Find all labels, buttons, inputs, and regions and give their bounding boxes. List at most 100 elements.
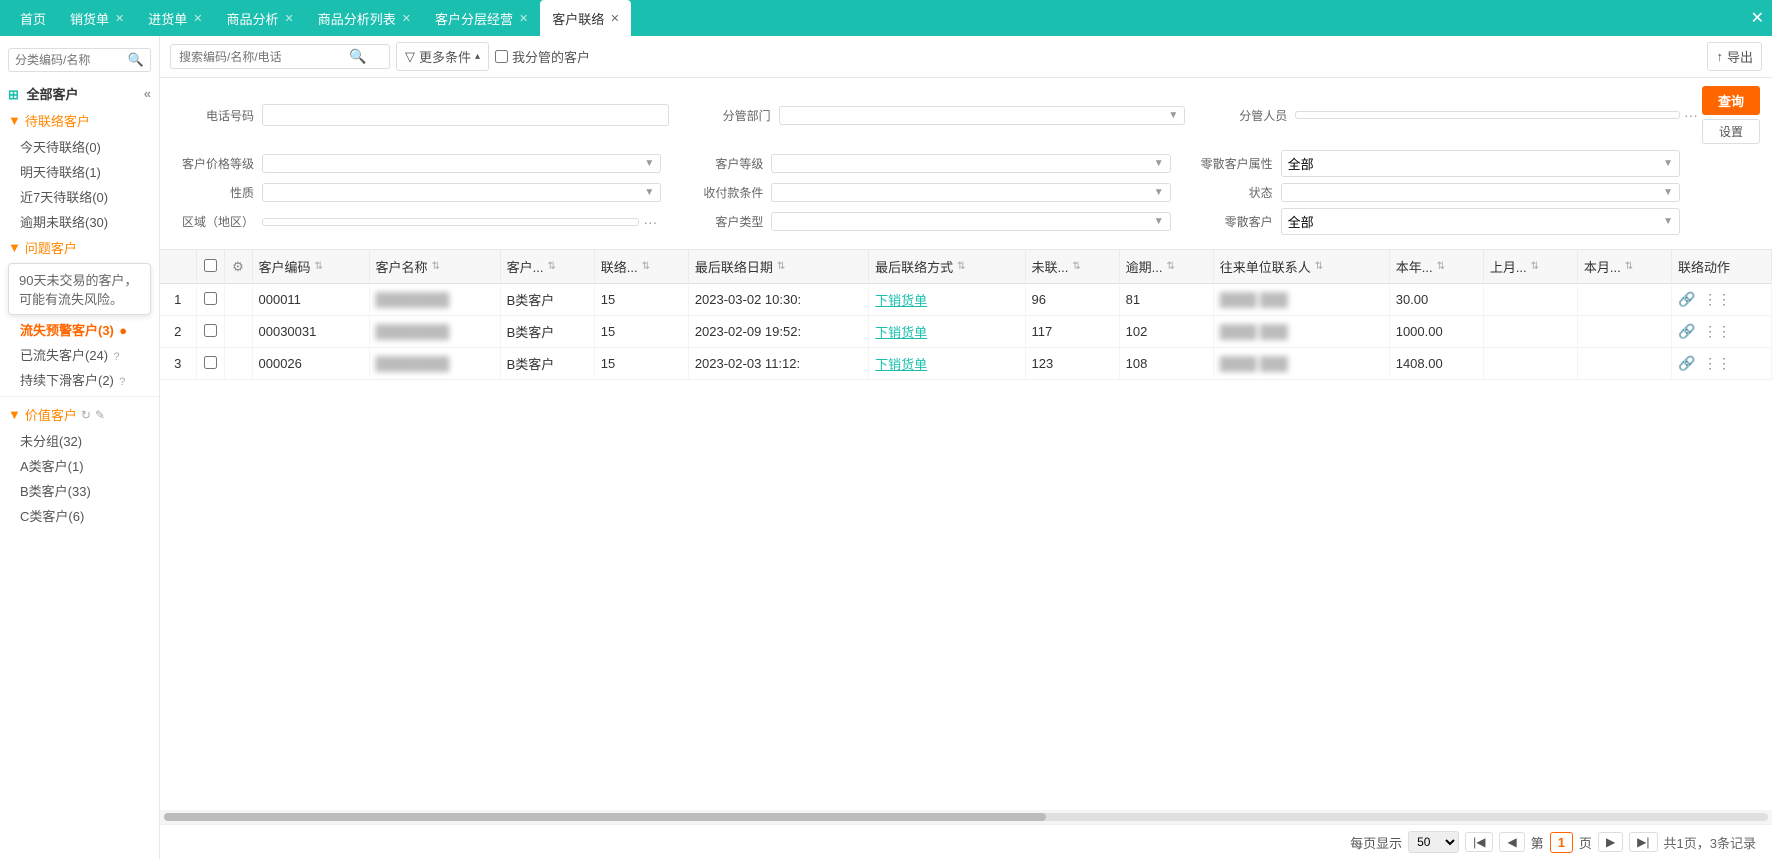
query-button[interactable]: 查询 (1702, 86, 1760, 115)
my-customers-checkbox[interactable] (495, 50, 508, 63)
contact-sort[interactable]: 联络... ⇅ (601, 257, 650, 276)
action-more-icon[interactable]: ⋮⋮ (1703, 291, 1731, 307)
edit-icon[interactable]: ✎ (95, 408, 105, 422)
last-method-sort[interactable]: 最后联络方式 ⇅ (875, 257, 965, 276)
past-contacts-sort[interactable]: 往来单位联系人 ⇅ (1220, 257, 1323, 276)
filter-manager-dots[interactable]: ··· (1680, 107, 1702, 123)
cell-action[interactable]: 🔗 ⋮⋮ (1672, 348, 1772, 380)
filter-region-select[interactable] (262, 218, 639, 226)
horizontal-scrollbar[interactable] (160, 810, 1772, 824)
sidebar-all-customers[interactable]: ⊞ 全部客户 « (0, 80, 159, 107)
sidebar-item-declining[interactable]: 持续下滑客户(2) ? (0, 367, 159, 392)
tab-purchase-close[interactable]: ✕ (193, 12, 202, 25)
sidebar-group-problem[interactable]: ▼ 问题客户 (0, 234, 159, 261)
filter-nature-select[interactable]: ▼ (262, 183, 661, 202)
row-checkbox[interactable] (204, 356, 217, 369)
th-no-contact[interactable]: 未联... ⇅ (1025, 250, 1119, 284)
sidebar-group-pending[interactable]: ▼ 待联络客户 (0, 107, 159, 134)
cell-action[interactable]: 🔗 ⋮⋮ (1672, 316, 1772, 348)
th-last-month[interactable]: 上月... ⇅ (1483, 250, 1577, 284)
tab-sales-close[interactable]: ✕ (115, 12, 124, 25)
filter-phone-input[interactable] (262, 104, 669, 126)
cell-action[interactable]: 🔗 ⋮⋮ (1672, 284, 1772, 316)
tab-customer-tier[interactable]: 客户分层经营 ✕ (423, 0, 540, 36)
sidebar-group-value[interactable]: ▼ 价值客户 ↻ ✎ (0, 401, 159, 428)
th-contact[interactable]: 联络... ⇅ (594, 250, 688, 284)
sidebar-search-input[interactable] (15, 53, 128, 67)
next-page-btn[interactable]: ▶ (1598, 832, 1623, 852)
this-year-sort[interactable]: 本年... ⇅ (1396, 257, 1445, 276)
last-method-link[interactable]: 下销货单 (875, 325, 927, 340)
last-method-link[interactable]: 下销货单 (875, 357, 927, 372)
settings-button[interactable]: 设置 (1702, 119, 1760, 144)
th-code[interactable]: 客户编码 ⇅ (252, 250, 369, 284)
th-overdue[interactable]: 逾期... ⇅ (1119, 250, 1213, 284)
scrollbar-thumb[interactable] (164, 813, 1046, 821)
filter-retail-attr-select[interactable]: 全部▼ (1281, 150, 1680, 177)
th-this-year[interactable]: 本年... ⇅ (1389, 250, 1483, 284)
tab-analysis-list[interactable]: 商品分析列表 ✕ (306, 0, 423, 36)
type-sort[interactable]: 客户... ⇅ (507, 257, 556, 276)
close-all-tabs[interactable]: ✕ (1751, 8, 1764, 28)
name-sort[interactable]: 客户名称 ⇅ (376, 257, 440, 276)
sidebar-item-churned[interactable]: 已流失客户(24) ? (0, 342, 159, 367)
filter-price-select[interactable]: ▼ (262, 154, 661, 173)
tab-customer-tier-close[interactable]: ✕ (519, 12, 528, 25)
tab-sales[interactable]: 销货单 ✕ (58, 0, 136, 36)
this-month-sort[interactable]: 本月... ⇅ (1584, 257, 1633, 276)
cell-last-method[interactable]: 下销货单 (869, 284, 1025, 316)
tab-home[interactable]: 首页 (8, 0, 58, 36)
code-sort[interactable]: 客户编码 ⇅ (259, 257, 323, 276)
refresh-icon[interactable]: ↻ (81, 408, 91, 422)
sidebar-item-unclassified[interactable]: 未分组(32) (0, 428, 159, 453)
export-button[interactable]: ↑ 导出 (1707, 42, 1762, 71)
sidebar-item-overdue[interactable]: 逾期未联络(30) (0, 209, 159, 234)
th-this-month[interactable]: 本月... ⇅ (1577, 250, 1671, 284)
filter-region-dots[interactable]: ··· (639, 214, 661, 230)
th-last-method[interactable]: 最后联络方式 ⇅ (869, 250, 1025, 284)
action-link-icon[interactable]: 🔗 (1678, 355, 1695, 371)
row-checkbox[interactable] (204, 292, 217, 305)
filter-dept-select[interactable]: ▼ (779, 106, 1186, 125)
overdue-sort[interactable]: 逾期... ⇅ (1126, 257, 1175, 276)
cell-checkbox[interactable] (196, 348, 224, 380)
filter-more-btn[interactable]: ▽ 更多条件 ▴ (396, 42, 489, 71)
filter-retail-select[interactable]: 全部▼ (1281, 208, 1680, 235)
cell-last-method[interactable]: 下销货单 (869, 316, 1025, 348)
prev-page-btn[interactable]: ◀ (1499, 832, 1524, 852)
cell-checkbox[interactable] (196, 316, 224, 348)
tab-analysis-close[interactable]: ✕ (285, 12, 294, 25)
table-settings-icon[interactable]: ⚙ (232, 259, 244, 274)
last-date-sort[interactable]: 最后联络日期 ⇅ (695, 257, 785, 276)
action-link-icon[interactable]: 🔗 (1678, 291, 1695, 307)
last-method-link[interactable]: 下销货单 (875, 293, 927, 308)
sidebar-item-tomorrow[interactable]: 明天待联络(1) (0, 159, 159, 184)
sidebar-item-7days[interactable]: 近7天待联络(0) (0, 184, 159, 209)
row-checkbox[interactable] (204, 324, 217, 337)
search-input[interactable] (179, 50, 349, 64)
th-past-contacts[interactable]: 往来单位联系人 ⇅ (1213, 250, 1389, 284)
tab-customer-link[interactable]: 客户联络 ✕ (540, 0, 631, 36)
last-page-btn[interactable]: ▶| (1629, 832, 1657, 852)
th-checkbox[interactable] (196, 250, 224, 284)
sidebar-item-class-a[interactable]: A类客户(1) (0, 453, 159, 478)
th-last-date[interactable]: 最后联络日期 ⇅ (688, 250, 868, 284)
filter-status-select[interactable]: ▼ (1281, 183, 1680, 202)
action-more-icon[interactable]: ⋮⋮ (1703, 355, 1731, 371)
search-button[interactable]: 🔍 (349, 48, 366, 65)
first-page-btn[interactable]: |◀ (1465, 832, 1493, 852)
tab-analysis[interactable]: 商品分析 ✕ (214, 0, 305, 36)
no-contact-sort[interactable]: 未联... ⇅ (1032, 257, 1081, 276)
cell-last-method[interactable]: 下销货单 (869, 348, 1025, 380)
filter-cust-type-select[interactable]: ▼ (771, 212, 1170, 231)
sidebar-item-today[interactable]: 今天待联络(0) (0, 134, 159, 159)
sidebar-item-class-c[interactable]: C类客户(6) (0, 503, 159, 528)
filter-manager-select[interactable] (1295, 111, 1680, 119)
select-all-checkbox[interactable] (204, 259, 217, 272)
th-name[interactable]: 客户名称 ⇅ (369, 250, 500, 284)
cell-checkbox[interactable] (196, 284, 224, 316)
tab-analysis-list-close[interactable]: ✕ (402, 12, 411, 25)
filter-cust-level-select[interactable]: ▼ (771, 154, 1170, 173)
action-more-icon[interactable]: ⋮⋮ (1703, 323, 1731, 339)
th-type[interactable]: 客户... ⇅ (500, 250, 594, 284)
